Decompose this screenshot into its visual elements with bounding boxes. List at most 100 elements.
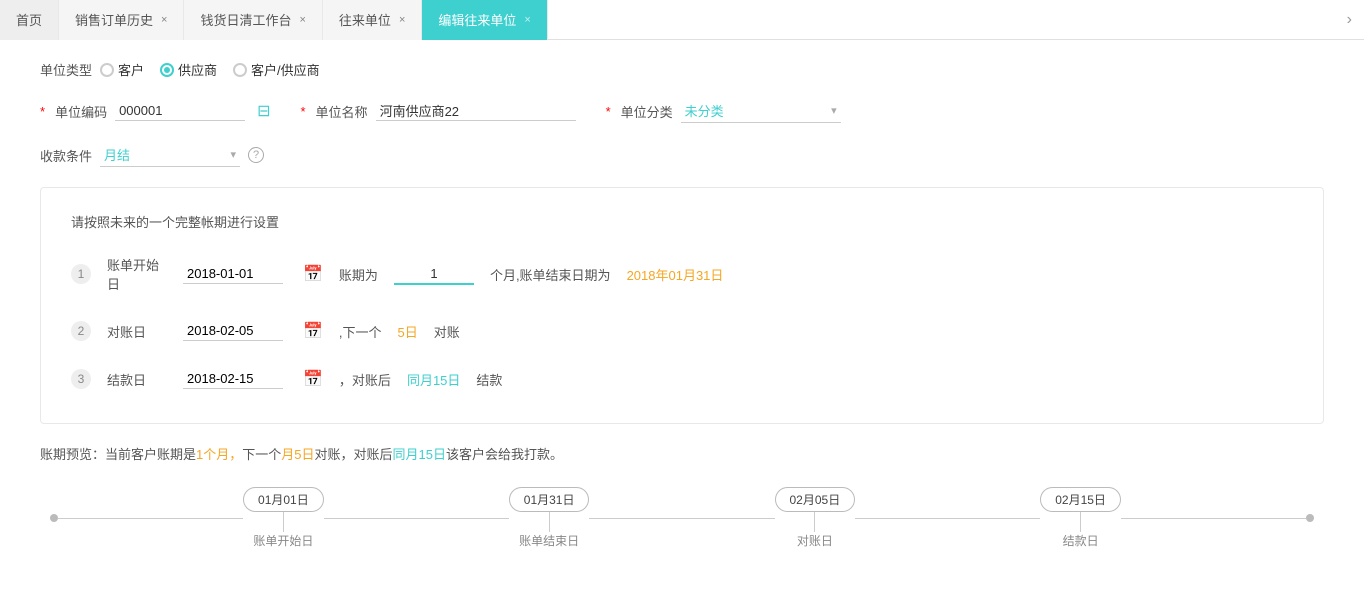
unit-code-copy-icon[interactable]: ⊟	[257, 101, 270, 121]
period-reconcile-day-highlight: 5日	[398, 322, 418, 341]
timeline-label-1: 账单开始日	[253, 532, 313, 549]
period-label-1: 账单开始日	[107, 255, 167, 293]
preview-mid: 下一个	[242, 447, 281, 462]
tab-contacts-close[interactable]: ×	[399, 14, 405, 26]
unit-name-input[interactable]	[376, 101, 576, 121]
payment-terms-select[interactable]: 月结 ▾	[100, 143, 240, 167]
unit-type-row: 单位类型 客户 供应商 客户/供应商	[40, 60, 1324, 79]
payment-terms-row: 收款条件 月结 ▾ ?	[40, 143, 1324, 167]
timeline-pill-1: 01月01日	[243, 487, 324, 512]
tab-cash-work-close[interactable]: ×	[299, 14, 305, 26]
unit-code-item: * 单位编码 ⊟	[40, 101, 270, 121]
unit-name-item: * 单位名称	[300, 101, 575, 121]
payment-terms-label: 收款条件	[40, 146, 92, 165]
tab-edit-contacts-close[interactable]: ×	[524, 14, 530, 26]
radio-supplier[interactable]: 供应商	[160, 60, 217, 79]
period-month-input[interactable]	[394, 264, 474, 285]
period-card-title: 请按照未来的一个完整帐期进行设置	[71, 212, 1293, 231]
period-num-2: 2	[71, 321, 91, 341]
preview-prefix: 账期预览：当前客户账期是	[40, 447, 196, 462]
radio-supplier-label: 供应商	[178, 60, 217, 79]
tab-sales-history-label: 销售订单历史	[75, 10, 153, 29]
timeline-line-5	[1121, 518, 1306, 519]
unit-category-select[interactable]: 未分类 ▾	[681, 99, 841, 123]
tabs-bar: 首页 销售订单历史 × 钱货日清工作台 × 往来单位 × 编辑往来单位 × ›	[0, 0, 1364, 40]
preview-section: 账期预览：当前客户账期是1个月，下一个月5日对账，对账后同月15日该客户会给我打…	[40, 444, 1324, 549]
timeline-node-4: 02月15日 结款日	[1040, 487, 1121, 549]
timeline-end-dot	[1306, 514, 1314, 522]
preview-mid2: 对账，对账后	[315, 447, 393, 462]
period-start-suffix: 账期为	[339, 265, 378, 284]
timeline-node-2-line	[549, 512, 550, 532]
timeline-line-2	[324, 518, 509, 519]
tab-more-button[interactable]: ›	[1335, 0, 1364, 40]
unit-name-star: *	[300, 104, 305, 119]
tab-sales-history-close[interactable]: ×	[161, 14, 167, 26]
period-payment-day-highlight: 同月15日	[407, 370, 460, 389]
tab-cash-work[interactable]: 钱货日清工作台 ×	[184, 0, 322, 40]
radio-supplier-circle	[160, 63, 174, 77]
timeline-line-4	[855, 518, 1040, 519]
period-start-date-input[interactable]	[183, 264, 283, 284]
period-payment-cal-icon[interactable]: 📅	[303, 369, 323, 389]
radio-customer-label: 客户	[118, 60, 144, 79]
unit-type-label: 单位类型	[40, 60, 92, 79]
payment-terms-item: 收款条件 月结 ▾ ?	[40, 143, 264, 167]
timeline-node-1-line	[283, 512, 284, 532]
period-end-date-highlight: 2018年01月31日	[627, 265, 724, 284]
period-start-cal-icon[interactable]: 📅	[303, 264, 323, 284]
timeline: 01月01日 账单开始日 01月31日 账单结束日 02月05日 对账日	[40, 487, 1324, 549]
radio-customer[interactable]: 客户	[100, 60, 144, 79]
timeline-node-4-line	[1080, 512, 1081, 532]
period-payment-date-input[interactable]	[183, 369, 283, 389]
timeline-pill-3: 02月05日	[775, 487, 856, 512]
unit-code-input[interactable]	[115, 101, 245, 121]
period-num-3: 3	[71, 369, 91, 389]
tab-cash-work-label: 钱货日清工作台	[200, 10, 291, 29]
period-month-desc: 个月,账单结束日期为	[490, 265, 611, 284]
period-num-1: 1	[71, 264, 91, 284]
timeline-node-1: 01月01日 账单开始日	[243, 487, 324, 549]
period-label-3: 结款日	[107, 370, 167, 389]
timeline-line-3	[589, 518, 774, 519]
tab-contacts[interactable]: 往来单位 ×	[323, 0, 422, 40]
timeline-label-4: 结款日	[1063, 532, 1099, 549]
tab-edit-contacts-label: 编辑往来单位	[438, 10, 516, 29]
payment-terms-chevron-icon: ▾	[230, 148, 236, 161]
tab-home[interactable]: 首页	[0, 0, 59, 40]
period-row-3: 3 结款日 📅 ，对账后 同月15日 结款	[71, 369, 1293, 389]
period-reconcile-date-input[interactable]	[183, 321, 283, 341]
period-payment-prefix: ，对账后	[339, 370, 391, 389]
period-row-2: 2 对账日 📅 ,下一个 5日 对账	[71, 321, 1293, 341]
unit-category-item: * 单位分类 未分类 ▾	[606, 99, 841, 123]
preview-months: 1个月，	[196, 447, 242, 462]
radio-group: 客户 供应商 客户/供应商	[100, 60, 320, 79]
unit-category-label: 单位分类	[621, 102, 673, 121]
unit-name-label: 单位名称	[316, 102, 368, 121]
unit-code-star: *	[40, 104, 45, 119]
radio-both[interactable]: 客户/供应商	[233, 60, 320, 79]
payment-terms-value: 月结	[104, 145, 224, 164]
timeline-label-3: 对账日	[797, 532, 833, 549]
period-label-2: 对账日	[107, 322, 167, 341]
timeline-start-dot	[50, 514, 58, 522]
unit-code-label: 单位编码	[55, 102, 107, 121]
main-content: 单位类型 客户 供应商 客户/供应商 * 单位编码	[0, 40, 1364, 608]
preview-day2: 同月15日	[393, 447, 446, 462]
preview-suffix: 该客户会给我打款。	[446, 447, 563, 462]
period-reconcile-prefix: ,下一个	[339, 322, 382, 341]
radio-both-circle	[233, 63, 247, 77]
timeline-line-1	[58, 518, 243, 519]
tab-edit-contacts[interactable]: 编辑往来单位 ×	[422, 0, 547, 40]
radio-both-label: 客户/供应商	[251, 60, 320, 79]
period-reconcile-cal-icon[interactable]: 📅	[303, 321, 323, 341]
period-payment-suffix: 结款	[476, 370, 502, 389]
tab-home-label: 首页	[16, 10, 42, 29]
timeline-node-3-line	[814, 512, 815, 532]
timeline-label-2: 账单结束日	[519, 532, 579, 549]
unit-category-value: 未分类	[685, 101, 825, 120]
unit-category-star: *	[606, 104, 611, 119]
unit-type-item: 单位类型 客户 供应商 客户/供应商	[40, 60, 320, 79]
payment-terms-help-icon[interactable]: ?	[248, 147, 264, 163]
tab-sales-history[interactable]: 销售订单历史 ×	[59, 0, 184, 40]
